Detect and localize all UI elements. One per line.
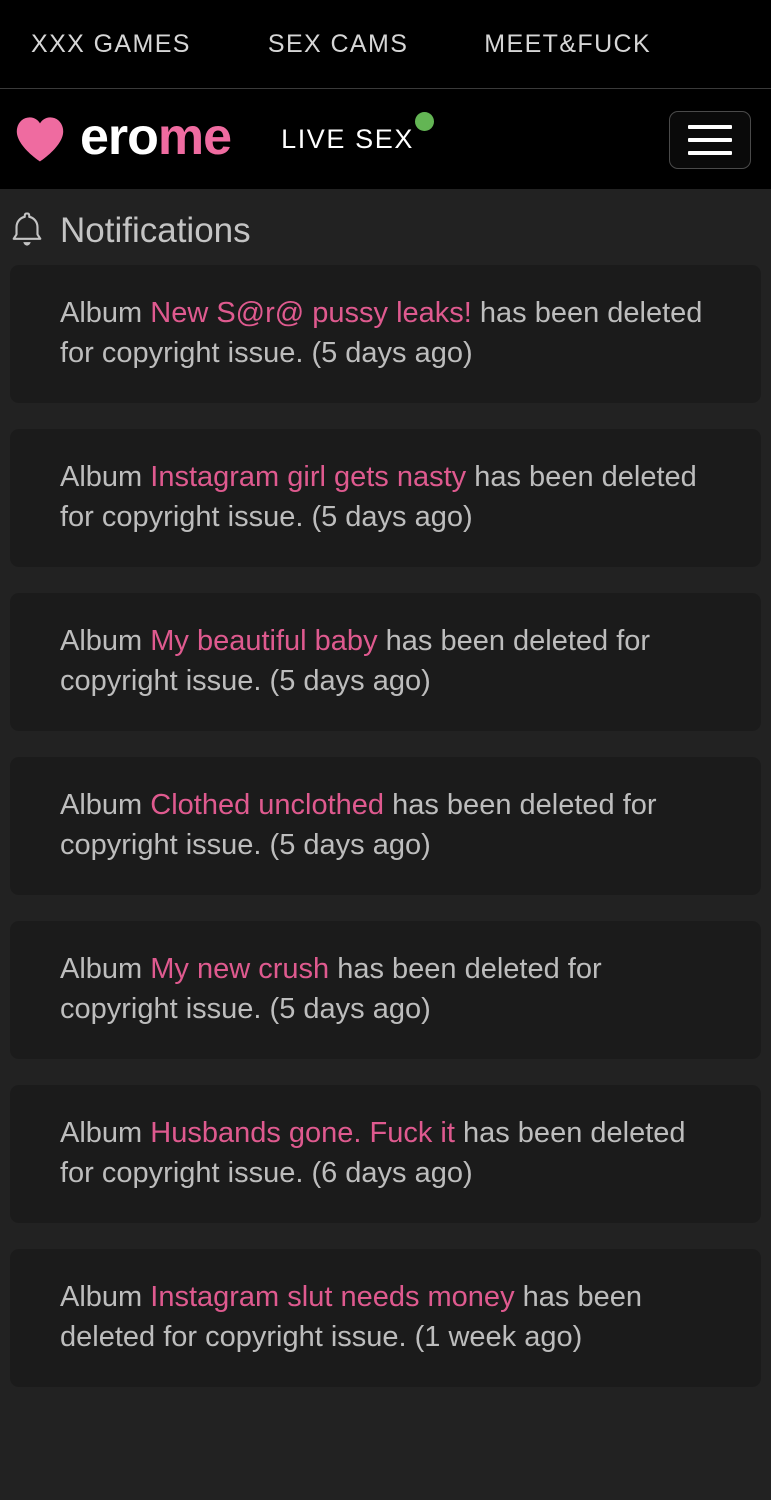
notification-item[interactable]: Album My new crush has been deleted for … (10, 921, 761, 1059)
notification-text: Album Clothed unclothed has been deleted… (60, 785, 713, 865)
hamburger-menu-icon-bar-1 (688, 125, 732, 129)
adbar-link-sex-cams[interactable]: SEX CAMS (268, 30, 408, 59)
top-ad-bar: XXX GAMES SEX CAMS MEET&FUCK (0, 0, 771, 89)
live-sex-label: LIVE SEX (281, 123, 414, 154)
notification-text: Album Instagram girl gets nasty has been… (60, 457, 713, 537)
album-link[interactable]: Husbands gone. Fuck it (150, 1117, 455, 1149)
notification-prefix: Album (60, 461, 151, 493)
adbar-link-xxx-games[interactable]: XXX GAMES (31, 30, 191, 59)
notification-prefix: Album (60, 1281, 151, 1313)
notification-item[interactable]: Album New S@r@ pussy leaks! has been del… (10, 265, 761, 403)
notification-text: Album My beautiful baby has been deleted… (60, 621, 713, 701)
notification-item[interactable]: Album Instagram girl gets nasty has been… (10, 429, 761, 567)
hamburger-menu-icon-bar-2 (688, 138, 732, 142)
notification-prefix: Album (60, 789, 151, 821)
album-link[interactable]: Instagram girl gets nasty (150, 461, 466, 493)
page-title: Notifications (60, 210, 251, 250)
album-link[interactable]: My new crush (150, 953, 329, 985)
notifications-list: Album New S@r@ pussy leaks! has been del… (0, 265, 771, 1387)
green-status-dot-icon (414, 111, 434, 131)
site-logo-text: erome (80, 108, 232, 166)
site-header: erome LIVE SEX (0, 89, 771, 189)
hamburger-menu-icon-bar-3 (688, 151, 732, 155)
site-logo-text-ero: ero (80, 108, 159, 166)
notification-text: Album New S@r@ pussy leaks! has been del… (60, 293, 713, 373)
page-title-row: Notifications (0, 189, 771, 265)
album-link[interactable]: Instagram slut needs money (150, 1281, 514, 1313)
live-sex-link[interactable]: LIVE SEX (281, 111, 434, 155)
notification-prefix: Album (60, 625, 151, 657)
notification-prefix: Album (60, 1117, 151, 1149)
album-link[interactable]: New S@r@ pussy leaks! (150, 297, 472, 329)
notification-item[interactable]: Album My beautiful baby has been deleted… (10, 593, 761, 731)
heart-icon (16, 117, 64, 162)
notification-item[interactable]: Album Instagram slut needs money has bee… (10, 1249, 761, 1387)
notification-item[interactable]: Album Husbands gone. Fuck it has been de… (10, 1085, 761, 1223)
notification-prefix: Album (60, 953, 151, 985)
notification-text: Album Instagram slut needs money has bee… (60, 1277, 713, 1357)
adbar-link-meet-and-fuck[interactable]: MEET&FUCK (484, 30, 651, 59)
album-link[interactable]: Clothed unclothed (150, 789, 384, 821)
hamburger-menu-button[interactable] (669, 111, 751, 169)
notification-text: Album Husbands gone. Fuck it has been de… (60, 1113, 713, 1193)
album-link[interactable]: My beautiful baby (150, 625, 377, 657)
site-logo-text-me: me (157, 108, 232, 166)
site-logo[interactable]: erome (14, 108, 232, 166)
notification-item[interactable]: Album Clothed unclothed has been deleted… (10, 757, 761, 895)
notification-text: Album My new crush has been deleted for … (60, 949, 713, 1029)
bell-icon (12, 212, 42, 246)
notifications-page: Notifications Album New S@r@ pussy leaks… (0, 189, 771, 1500)
notification-prefix: Album (60, 297, 151, 329)
